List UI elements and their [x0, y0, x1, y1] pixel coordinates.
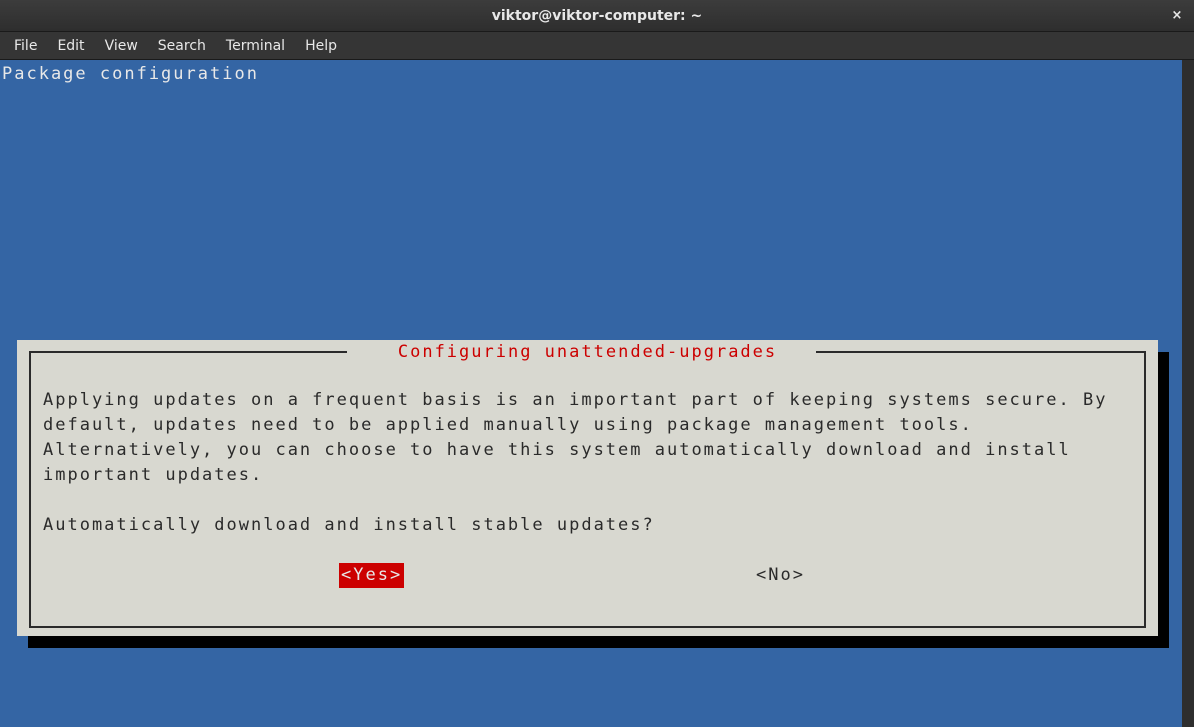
window-titlebar: viktor@viktor-computer: ~ × [0, 0, 1194, 32]
menu-view[interactable]: View [95, 34, 148, 58]
dialog-body-text: Applying updates on a frequent basis is … [43, 388, 1132, 488]
menu-edit[interactable]: Edit [47, 34, 94, 58]
menubar: File Edit View Search Terminal Help [0, 32, 1194, 60]
menu-search[interactable]: Search [148, 34, 216, 58]
window-title: viktor@viktor-computer: ~ [492, 8, 703, 24]
close-icon[interactable]: × [1168, 6, 1186, 24]
menu-terminal[interactable]: Terminal [216, 34, 295, 58]
terminal-content[interactable]: Package configuration Configuring unatte… [0, 60, 1182, 727]
menu-file[interactable]: File [4, 34, 47, 58]
yes-button[interactable]: <Yes> [339, 563, 404, 588]
dialog-title: Configuring unattended-upgrades [17, 340, 1158, 365]
dialog-question: Automatically download and install stabl… [43, 513, 1132, 538]
page-title: Package configuration [2, 62, 259, 87]
dialog-button-row: <Yes> <No> [17, 563, 1158, 588]
scrollbar[interactable] [1182, 60, 1194, 727]
menu-help[interactable]: Help [295, 34, 347, 58]
no-button[interactable]: <No> [756, 563, 805, 588]
terminal-viewport: Package configuration Configuring unatte… [0, 60, 1194, 727]
config-dialog: Configuring unattended-upgrades Applying… [17, 340, 1158, 636]
